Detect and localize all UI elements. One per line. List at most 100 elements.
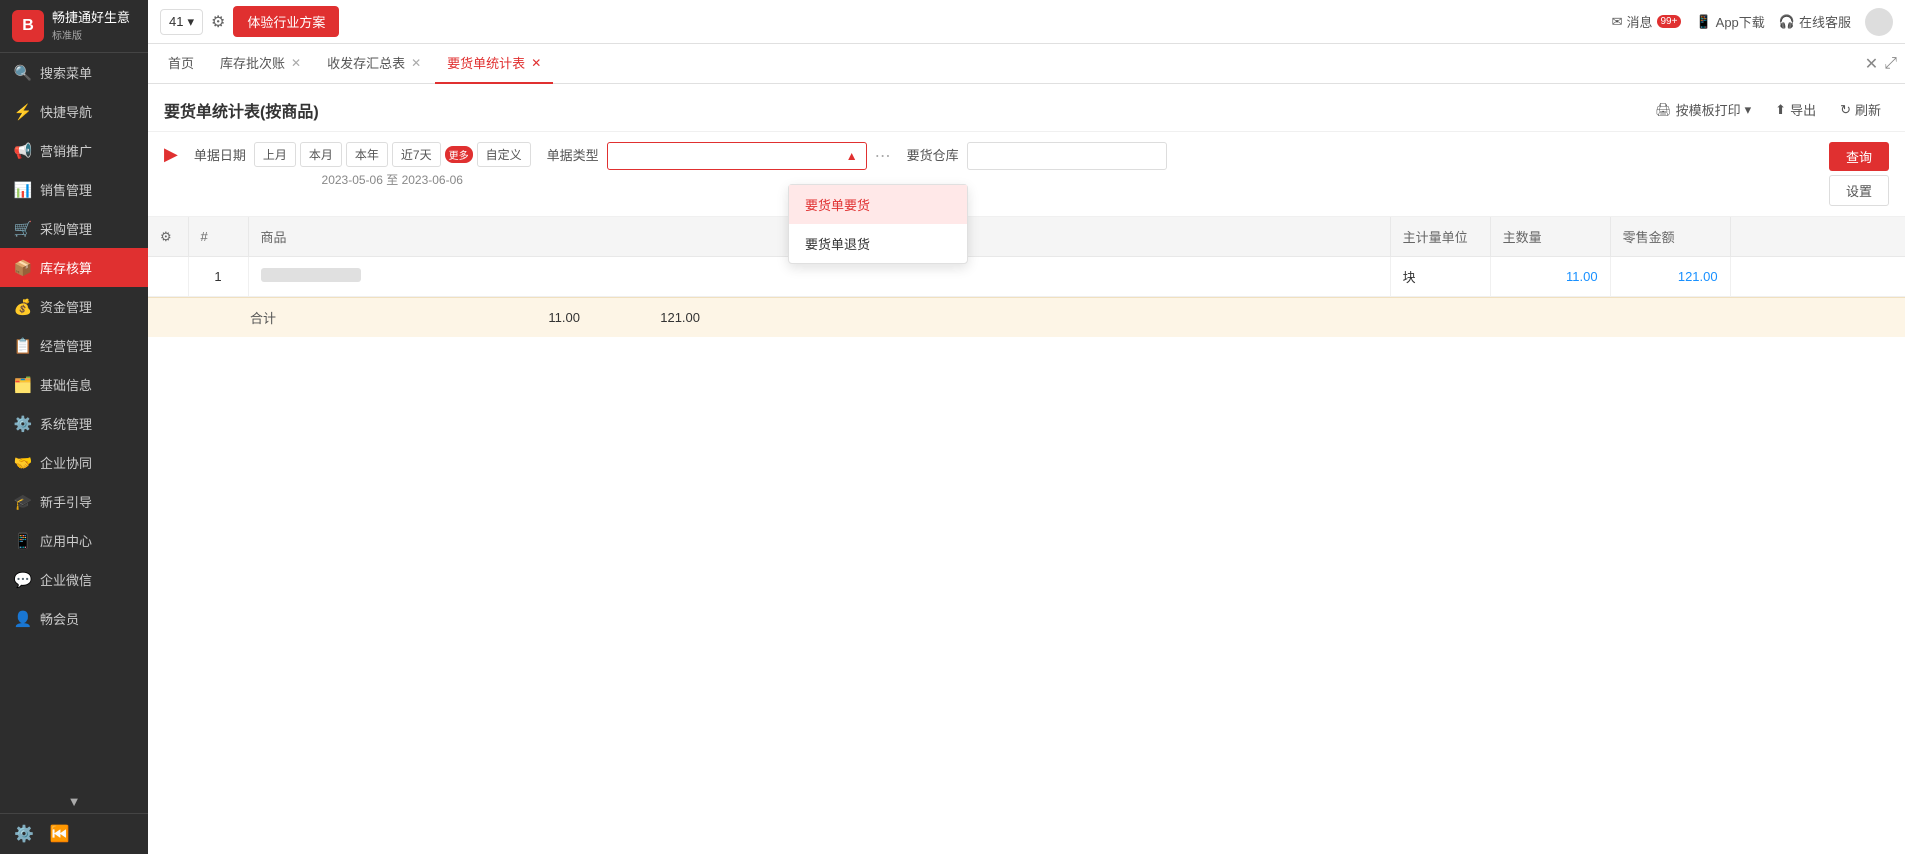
- topbar-right: ✉ 消息 99+ 📱 App下载 🎧 在线客服: [1612, 8, 1893, 36]
- sidebar-item-sales[interactable]: 📊 销售管理: [0, 170, 148, 209]
- sidebar-item-purchase[interactable]: 🛒 采购管理: [0, 209, 148, 248]
- avatar[interactable]: [1865, 8, 1893, 36]
- logo-sub: 标准版: [52, 27, 130, 42]
- tab-inventory-batch[interactable]: 库存批次账 ✕: [208, 44, 313, 84]
- cell-settings: [148, 257, 188, 297]
- footer-qty: 11.00: [460, 310, 580, 325]
- type-select-more-icon[interactable]: ⋯: [875, 146, 891, 166]
- query-btn[interactable]: 查询: [1829, 142, 1889, 171]
- app-icon: 📱: [1695, 14, 1711, 30]
- export-icon: ⬆: [1775, 102, 1786, 118]
- filter-expand-btn[interactable]: ▶: [164, 144, 178, 165]
- refresh-btn[interactable]: ↻ 刷新: [1832, 96, 1889, 123]
- topbar-left: 41 ▾ ⚙ 体验行业方案: [160, 6, 1600, 37]
- dropdown-item-require-goods[interactable]: 要货单要货: [789, 185, 967, 224]
- messages-btn[interactable]: ✉ 消息 99+: [1612, 12, 1682, 31]
- date-this-year-btn[interactable]: 本年: [346, 142, 388, 167]
- chevron-up-icon: ▲: [846, 149, 858, 163]
- qty-link[interactable]: 11.00: [1566, 269, 1598, 284]
- topbar: 41 ▾ ⚙ 体验行业方案 ✉ 消息 99+ 📱 App下载 🎧 在线客服: [148, 0, 1905, 44]
- trial-button[interactable]: 体验行业方案: [233, 6, 339, 37]
- store-selector[interactable]: 41 ▾: [160, 9, 203, 35]
- export-btn[interactable]: ⬆ 导出: [1767, 96, 1824, 123]
- th-num: #: [188, 217, 248, 257]
- folder-icon: 🗂️: [14, 376, 32, 394]
- type-filter-label: 单据类型: [547, 142, 599, 170]
- print-icon: 🖨: [1655, 102, 1672, 118]
- tab-summary[interactable]: 收发存汇总表 ✕: [315, 44, 433, 84]
- cell-amount[interactable]: 121.00: [1610, 257, 1730, 297]
- dropdown-item-require-goods-label: 要货单要货: [805, 198, 870, 213]
- print-btn[interactable]: 🖨 按模板打印 ▾: [1647, 96, 1759, 123]
- sidebar-scroll-down[interactable]: ▼: [0, 790, 148, 813]
- search-icon: 🔍: [14, 64, 32, 82]
- amount-link[interactable]: 121.00: [1678, 269, 1718, 284]
- online-service-btn[interactable]: 🎧 在线客服: [1779, 12, 1851, 31]
- sidebar-item-finance[interactable]: 💰 资金管理: [0, 287, 148, 326]
- tab-inventory-batch-label: 库存批次账: [220, 53, 285, 72]
- footer-label-area: 合计: [160, 308, 360, 327]
- sidebar-menu: 🔍 搜索菜单 ⚡ 快捷导航 📢 营销推广 📊 销售管理 🛒 采购管理 📦 库存核…: [0, 53, 148, 790]
- date-range-row: 2023-05-06 至 2023-06-06: [322, 171, 463, 188]
- lightning-icon: ⚡: [14, 103, 32, 121]
- online-service-label: 在线客服: [1799, 12, 1851, 31]
- sidebar-item-operations[interactable]: 📋 经营管理: [0, 326, 148, 365]
- sidebar-item-member[interactable]: 👤 畅会员: [0, 599, 148, 638]
- data-table: ⚙ # 商品 主计量单位 主数量 零售金额 1: [148, 217, 1905, 297]
- sidebar-item-collab[interactable]: 🤝 企业协同: [0, 443, 148, 482]
- tab-collapse-icon[interactable]: ✕: [1865, 54, 1878, 74]
- tab-inventory-batch-close[interactable]: ✕: [291, 56, 301, 70]
- cell-num: 1: [188, 257, 248, 297]
- tab-summary-close[interactable]: ✕: [411, 56, 421, 70]
- cell-filler: [1730, 257, 1905, 297]
- sidebar-item-nav[interactable]: ⚡ 快捷导航: [0, 92, 148, 131]
- dropdown-arrow-icon: ▾: [187, 14, 194, 30]
- sidebar-item-wechat[interactable]: 💬 企业微信: [0, 560, 148, 599]
- money-icon: 💰: [14, 298, 32, 316]
- sidebar-item-marketing[interactable]: 📢 营销推广: [0, 131, 148, 170]
- settings-bottom-icon[interactable]: ⚙️: [14, 824, 34, 844]
- tab-order-stats[interactable]: 要货单统计表 ✕: [435, 44, 553, 84]
- settings-filter-btn[interactable]: 设置: [1829, 175, 1889, 206]
- sidebar-item-label: 快捷导航: [40, 102, 92, 121]
- gear-icon: ⚙️: [14, 415, 32, 433]
- sidebar-item-inventory[interactable]: 📦 库存核算: [0, 248, 148, 287]
- dropdown-item-return-goods[interactable]: 要货单退货: [789, 224, 967, 263]
- table-footer: 合计 11.00 121.00: [148, 297, 1905, 337]
- sidebar-item-system[interactable]: ⚙️ 系统管理: [0, 404, 148, 443]
- date-last-month-btn[interactable]: 上月: [254, 142, 296, 167]
- sidebar-item-label: 营销推广: [40, 141, 92, 160]
- warehouse-input[interactable]: [967, 142, 1167, 170]
- th-settings[interactable]: ⚙: [148, 217, 188, 257]
- sidebar-item-guide[interactable]: 🎓 新手引导: [0, 482, 148, 521]
- date-range-text: 2023-05-06 至 2023-06-06: [322, 171, 463, 188]
- messages-label: 消息: [1626, 12, 1652, 31]
- cell-qty[interactable]: 11.00: [1490, 257, 1610, 297]
- tab-maximize-icon[interactable]: ⤢: [1884, 55, 1897, 73]
- sidebar-item-label: 基础信息: [40, 375, 92, 394]
- graduation-icon: 🎓: [14, 493, 32, 511]
- filter-area: ▶ 单据日期 上月 本月 本年 近7天 更多 自定义 2023-: [148, 132, 1905, 217]
- app-download-btn[interactable]: 📱 App下载: [1695, 12, 1764, 31]
- store-name: 41: [169, 14, 183, 29]
- tab-order-stats-label: 要货单统计表: [447, 53, 525, 72]
- sidebar-item-label: 资金管理: [40, 297, 92, 316]
- sidebar-item-label: 系统管理: [40, 414, 92, 433]
- tab-summary-label: 收发存汇总表: [327, 53, 405, 72]
- cell-unit: 块: [1390, 257, 1490, 297]
- date-custom-btn[interactable]: 自定义: [477, 142, 531, 167]
- sidebar-item-basic[interactable]: 🗂️ 基础信息: [0, 365, 148, 404]
- sidebar-item-appstore[interactable]: 📱 应用中心: [0, 521, 148, 560]
- type-select-wrapper[interactable]: ▲: [607, 142, 867, 170]
- date-last-7days-btn[interactable]: 近7天: [392, 142, 441, 167]
- topbar-settings-icon[interactable]: ⚙: [211, 12, 225, 32]
- tab-order-stats-close[interactable]: ✕: [531, 56, 541, 70]
- date-this-month-btn[interactable]: 本月: [300, 142, 342, 167]
- sidebar-item-label: 畅会员: [40, 609, 79, 628]
- sidebar-item-search[interactable]: 🔍 搜索菜单: [0, 53, 148, 92]
- chart-icon: 📊: [14, 181, 32, 199]
- th-qty: 主数量: [1490, 217, 1610, 257]
- tab-home[interactable]: 首页: [156, 44, 206, 84]
- page-header: 要货单统计表(按商品) 🖨 按模板打印 ▾ ⬆ 导出 ↻ 刷新: [148, 84, 1905, 132]
- collapse-icon[interactable]: ⏮️: [50, 824, 70, 844]
